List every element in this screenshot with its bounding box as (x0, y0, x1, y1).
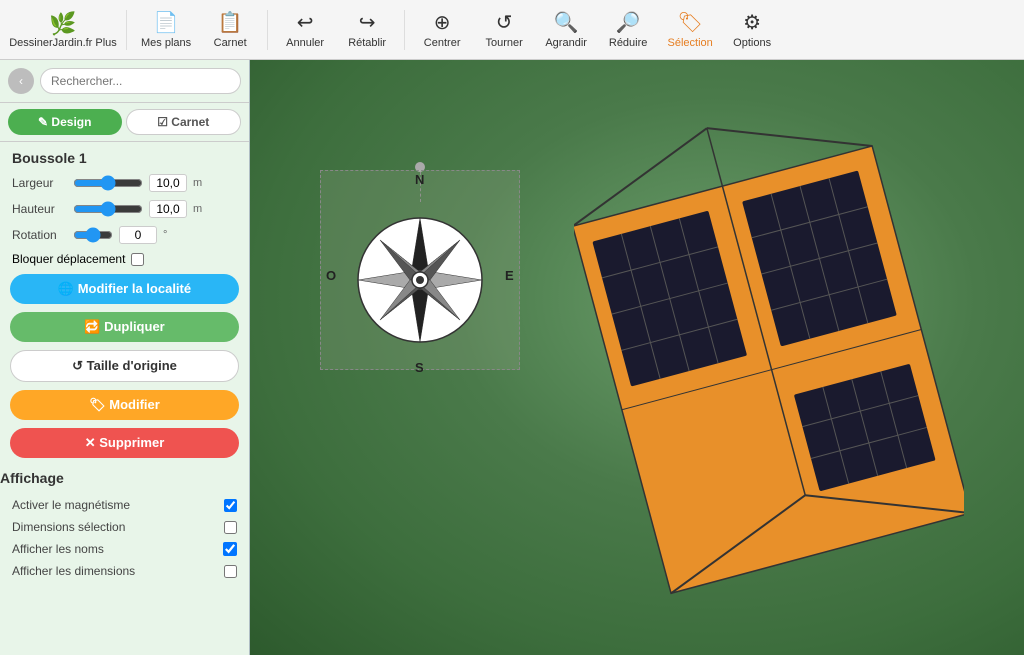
centrer-label: Centrer (424, 37, 461, 49)
rotation-slider[interactable] (73, 227, 113, 243)
toolbar-separator (126, 10, 127, 50)
brand-name: DessinerJardin.fr Plus (9, 37, 117, 49)
map-area[interactable]: N S E O (250, 60, 1024, 655)
mes-plans-label: Mes plans (141, 37, 191, 49)
dim-row: Afficher les dimensions (0, 560, 249, 582)
rotation-label: Rotation (12, 228, 67, 242)
dupliquer-button[interactable]: 🔁 Dupliquer (10, 312, 239, 342)
building-container[interactable] (574, 100, 964, 620)
rotation-value[interactable]: 0 (119, 226, 157, 244)
tourner-label: Tourner (485, 37, 522, 49)
centrer-icon: ⊕ (434, 10, 451, 35)
annuler-icon: ↩ (297, 10, 314, 35)
rotation-unit: ° (163, 229, 167, 241)
reduire-icon: 🔍 (616, 10, 641, 35)
magnetisme-row: Activer le magnétisme (0, 494, 249, 516)
retablir-icon: ↪ (359, 10, 376, 35)
dim-checkbox[interactable] (224, 565, 237, 578)
rotation-row: Rotation 0 ° (0, 222, 249, 248)
options-button[interactable]: ⚙ Options (723, 6, 781, 53)
tab-design[interactable]: ✎ Design (8, 109, 122, 135)
carnet-button[interactable]: 📋 Carnet (201, 6, 259, 53)
hauteur-label: Hauteur (12, 202, 67, 216)
tab-bar: ✎ Design ☑ Carnet (0, 103, 249, 142)
hauteur-unit: m (193, 203, 202, 215)
compass-north: N (415, 172, 424, 187)
agrandir-label: Agrandir (545, 37, 587, 49)
building-svg (574, 100, 964, 620)
noms-row: Afficher les noms (0, 538, 249, 560)
modifier-localite-button[interactable]: 🌐 Modifier la localité (10, 274, 239, 304)
hauteur-value[interactable]: 10,0 (149, 200, 187, 218)
hauteur-slider[interactable] (73, 201, 143, 217)
main-content: ‹ ✎ Design ☑ Carnet Boussole 1 Largeur 1… (0, 60, 1024, 655)
toolbar: 🌿 DessinerJardin.fr Plus 📄 Mes plans 📋 C… (0, 0, 1024, 60)
bloquer-label: Bloquer déplacement (12, 252, 125, 266)
dimensions-checkbox[interactable] (224, 521, 237, 534)
carnet-icon: 📋 (218, 10, 243, 35)
agrandir-icon: 🔍 (554, 10, 579, 35)
modifier-button[interactable]: 🏷 Modifier (10, 390, 239, 420)
largeur-label: Largeur (12, 176, 67, 190)
compass-south: S (415, 360, 424, 375)
tourner-button[interactable]: ↺ Tourner (475, 6, 533, 53)
toolbar-separator-3 (404, 10, 405, 50)
selection-label: Sélection (668, 37, 713, 49)
tourner-icon: ↺ (496, 10, 513, 35)
selection-icon: 🏷 (677, 10, 702, 35)
bloquer-row: Bloquer déplacement (0, 248, 249, 270)
dimensions-row: Dimensions sélection (0, 516, 249, 538)
options-icon: ⚙ (743, 10, 761, 35)
back-button[interactable]: ‹ (8, 68, 34, 94)
hauteur-row: Hauteur 10,0 m (0, 196, 249, 222)
brand-icon: 🌿 (49, 11, 76, 37)
largeur-slider[interactable] (73, 175, 143, 191)
compass-container[interactable]: N S E O (310, 140, 510, 370)
brand[interactable]: 🌿 DessinerJardin.fr Plus (8, 11, 118, 49)
annuler-label: Annuler (286, 37, 324, 49)
magnetisme-checkbox[interactable] (224, 499, 237, 512)
dim-label: Afficher les dimensions (12, 564, 218, 578)
options-label: Options (733, 37, 771, 49)
reduire-button[interactable]: 🔍 Réduire (599, 6, 657, 53)
compass-west: O (326, 268, 336, 283)
annuler-button[interactable]: ↩ Annuler (276, 6, 334, 53)
dimensions-label: Dimensions sélection (12, 520, 218, 534)
sidebar-header: ‹ (0, 60, 249, 103)
compass-east: E (505, 268, 514, 283)
largeur-unit: m (193, 177, 202, 189)
noms-checkbox[interactable] (223, 542, 237, 556)
reduire-label: Réduire (609, 37, 648, 49)
agrandir-button[interactable]: 🔍 Agrandir (537, 6, 595, 53)
search-input[interactable] (40, 68, 241, 94)
carnet-label: Carnet (214, 37, 247, 49)
sidebar: ‹ ✎ Design ☑ Carnet Boussole 1 Largeur 1… (0, 60, 250, 655)
section-boussole: Boussole 1 (0, 142, 249, 170)
supprimer-button[interactable]: ✕ Supprimer (10, 428, 239, 458)
largeur-row: Largeur 10,0 m (0, 170, 249, 196)
centrer-button[interactable]: ⊕ Centrer (413, 6, 471, 53)
bloquer-checkbox[interactable] (131, 253, 144, 266)
retablir-label: Rétablir (348, 37, 386, 49)
retablir-button[interactable]: ↪ Rétablir (338, 6, 396, 53)
mes-plans-button[interactable]: 📄 Mes plans (135, 6, 197, 53)
magnetisme-label: Activer le magnétisme (12, 498, 218, 512)
taille-origine-button[interactable]: ↺ Taille d'origine (10, 350, 239, 382)
selection-button[interactable]: 🏷 Sélection (661, 6, 719, 53)
affichage-title: Affichage (0, 462, 249, 494)
tab-carnet[interactable]: ☑ Carnet (126, 109, 242, 135)
toolbar-separator-2 (267, 10, 268, 50)
compass-rose-svg (340, 200, 500, 360)
largeur-value[interactable]: 10,0 (149, 174, 187, 192)
mes-plans-icon: 📄 (154, 10, 179, 35)
noms-label: Afficher les noms (12, 542, 217, 556)
